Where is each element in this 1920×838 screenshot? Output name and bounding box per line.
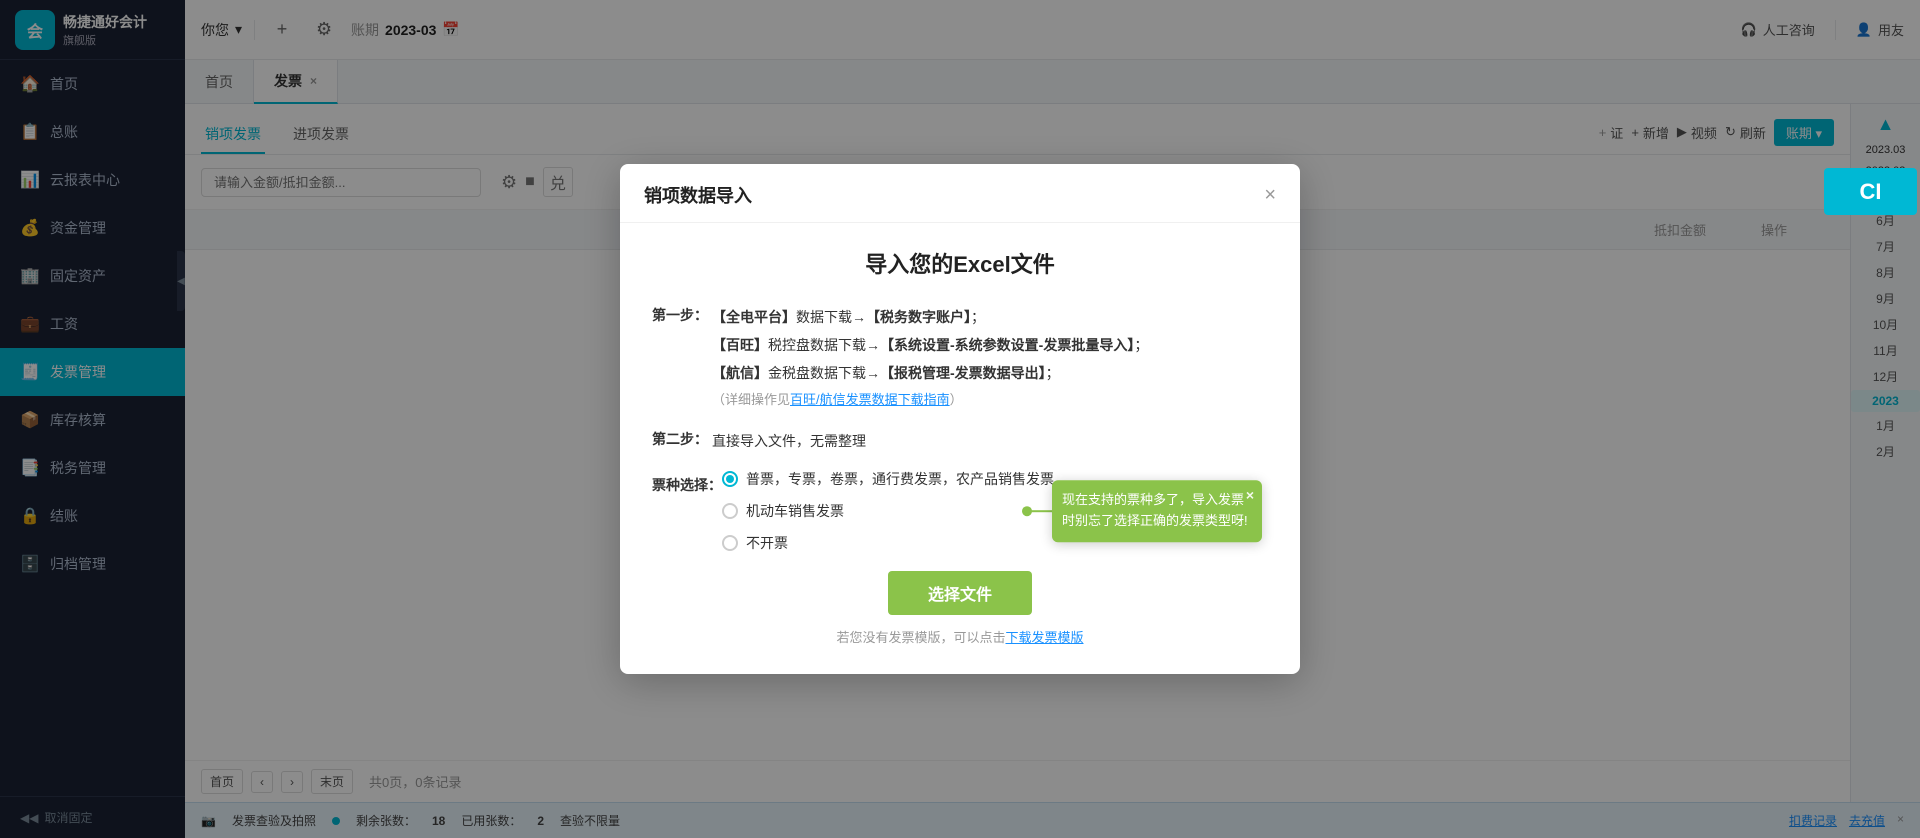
tooltip-area: × 现在支持的票种多了，导入发票时别忘了选择正确的发票类型呀! [1052,480,1262,542]
radio-option-3[interactable]: 不开票 [722,533,1054,553]
radio-label-1: 普票，专票，卷票，通行费发票，农产品销售发票 [746,469,1054,489]
ticket-options: 普票，专票，卷票，通行费发票，农产品销售发票 机动车销售发票 [722,469,1054,553]
download-guide-link[interactable]: 百旺/航信发票数据下载指南 [790,392,950,407]
modal-close-btn[interactable]: × [1264,185,1276,205]
modal-overlay[interactable]: 销项数据导入 × 导入您的Excel文件 第一步： 【全电平台】数据下载→【税务… [0,0,1920,838]
ci-badge: CI [1824,168,1917,215]
step1-row: 第一步： 【全电平台】数据下载→【税务数字账户】； 【百旺】税控盘数据下载→【系… [652,303,1268,413]
ticket-select-row: 票种选择： 普票，专票，卷票，通行费发票，农产品销售发票 机动车销售发票 [652,469,1268,553]
radio-label-2: 机动车销售发票 [746,501,844,521]
download-template-link[interactable]: 下载发票模版 [1006,630,1084,645]
select-file-btn[interactable]: 选择文件 [888,571,1032,615]
radio-circle-3 [722,535,738,551]
step2-label: 第二步： [652,427,712,455]
step1-line3: 【航信】金税盘数据下载→【报税管理-发票数据导出】； [712,359,1268,387]
tooltip-close-btn[interactable]: × [1246,484,1254,506]
radio-option-1[interactable]: 普票，专票，卷票，通行费发票，农产品销售发票 [722,469,1054,489]
radio-label-3: 不开票 [746,533,788,553]
radio-circle-1 [722,471,738,487]
modal-footer-hint: 若您没有发票模版，可以点击下载发票模版 [652,627,1268,646]
import-modal: 销项数据导入 × 导入您的Excel文件 第一步： 【全电平台】数据下载→【税务… [620,164,1300,674]
modal-main-title: 导入您的Excel文件 [652,247,1268,279]
step2-content: 直接导入文件，无需整理 [712,427,1268,455]
step2-row: 第二步： 直接导入文件，无需整理 [652,427,1268,455]
radio2-container: 机动车销售发票 × 现在支持的票种多了，导入发票时别忘了选择正确的发票类型呀! [722,501,1054,521]
modal-body: 导入您的Excel文件 第一步： 【全电平台】数据下载→【税务数字账户】； 【百… [620,223,1300,674]
radio-option-2[interactable]: 机动车销售发票 [722,501,844,521]
tooltip-content: 现在支持的票种多了，导入发票时别忘了选择正确的发票类型呀! [1062,492,1248,528]
radio-circle-2 [722,503,738,519]
ticket-label: 票种选择： [652,469,722,495]
modal-header: 销项数据导入 × [620,164,1300,223]
step1-label: 第一步： [652,303,712,413]
step1-line2: 【百旺】税控盘数据下载→【系统设置-系统参数设置-发票批量导入】； [712,331,1268,359]
footer-hint-prefix: 若您没有发票模版，可以点击 [836,630,1005,645]
modal-title: 销项数据导入 [644,182,752,208]
step1-hint: （详细操作见百旺/航信发票数据下载指南） [712,387,1268,413]
step1-line1: 【全电平台】数据下载→【税务数字账户】； [712,303,1268,331]
radio-dot-1 [726,475,734,483]
select-file-area: 选择文件 [652,571,1268,615]
step1-content: 【全电平台】数据下载→【税务数字账户】； 【百旺】税控盘数据下载→【系统设置-系… [712,303,1268,413]
tooltip-bubble: × 现在支持的票种多了，导入发票时别忘了选择正确的发票类型呀! [1052,480,1262,542]
